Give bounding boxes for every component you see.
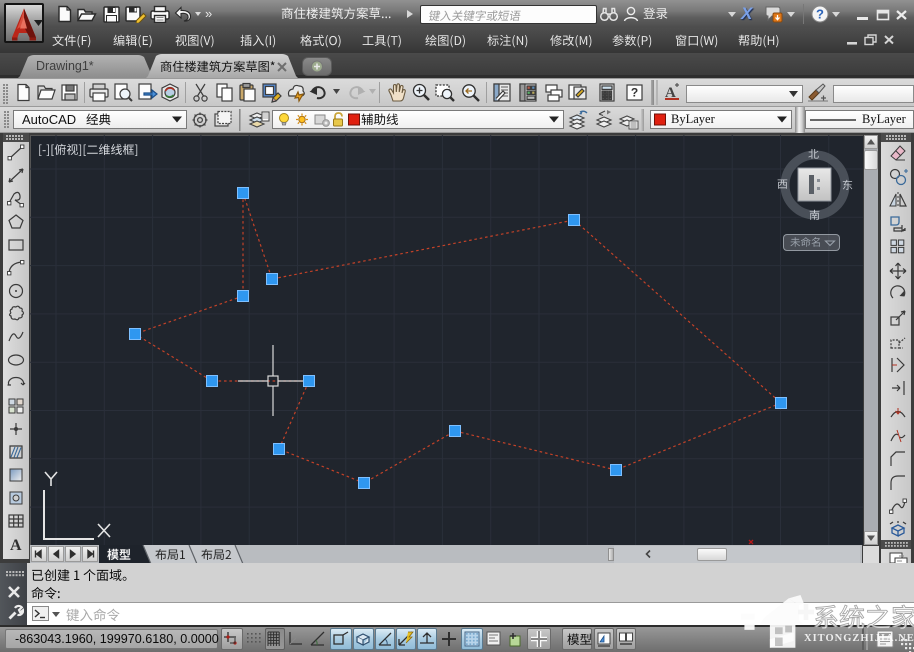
svg-text:?: ? xyxy=(631,86,638,100)
svg-text:A: A xyxy=(10,537,22,554)
svg-text:?: ? xyxy=(816,7,824,22)
